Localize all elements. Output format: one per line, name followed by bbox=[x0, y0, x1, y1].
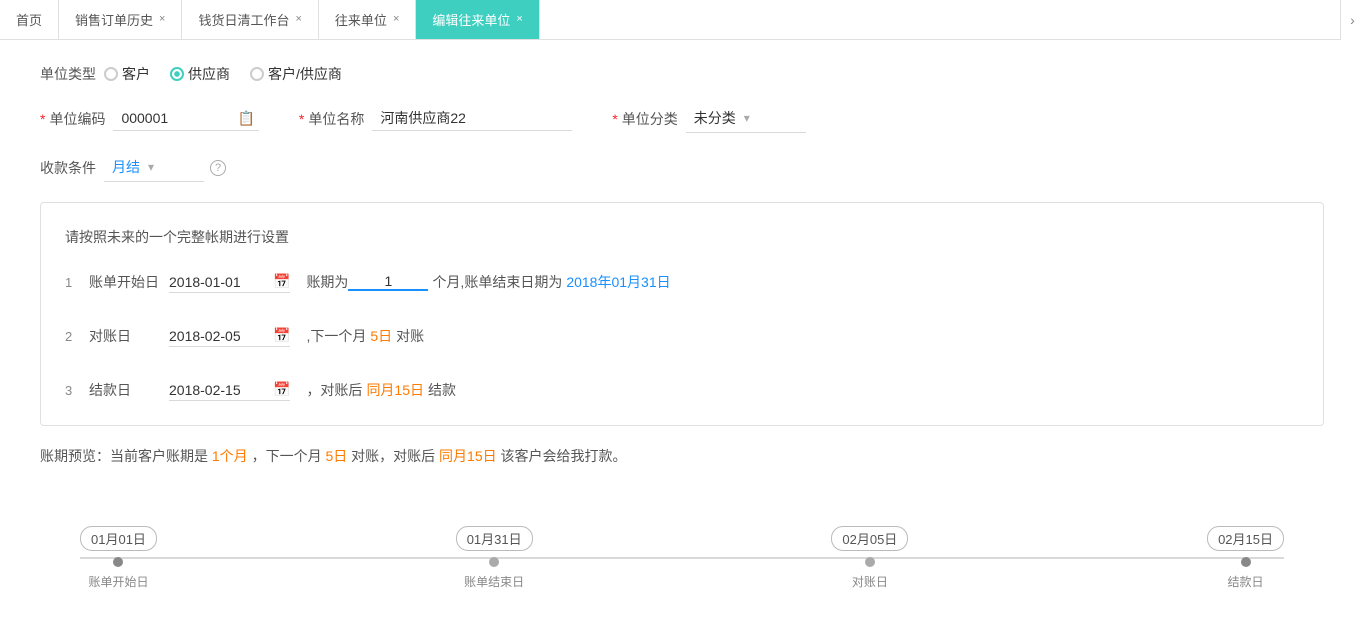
radio-customer-label: 客户 bbox=[122, 64, 150, 84]
node-label-2: 对账日 bbox=[852, 573, 888, 590]
node-label-1: 账单结束日 bbox=[464, 573, 524, 590]
code-field-group: * 单位编码 📋 bbox=[40, 106, 259, 131]
category-required-star: * bbox=[612, 111, 617, 127]
row-number-1: 1 bbox=[65, 275, 89, 290]
category-select[interactable]: 未分类 ▾ bbox=[686, 104, 806, 133]
close-partner[interactable]: × bbox=[393, 14, 399, 25]
unit-type-radio-group: 客户 供应商 客户/供应商 bbox=[104, 64, 342, 84]
close-edit-partner[interactable]: × bbox=[516, 14, 522, 25]
radio-supplier-circle bbox=[170, 67, 184, 81]
help-icon[interactable]: ? bbox=[210, 160, 226, 176]
payment-calendar-icon[interactable]: 📅 bbox=[273, 381, 290, 398]
category-value: 未分类 bbox=[694, 108, 736, 128]
radio-supplier-label: 供应商 bbox=[188, 64, 230, 84]
code-input-wrap: 📋 bbox=[113, 106, 258, 131]
reconcile-highlight: 5日 bbox=[370, 326, 392, 346]
close-sales-history[interactable]: × bbox=[159, 14, 165, 25]
code-input[interactable] bbox=[113, 106, 233, 130]
tab-cash-desk[interactable]: 钱货日清工作台 × bbox=[182, 0, 318, 39]
unit-type-label: 单位类型 bbox=[40, 64, 96, 84]
payment-suffix: ，对账后 同月15日 结款 bbox=[306, 380, 456, 400]
tab-sales-history[interactable]: 销售订单历史 × bbox=[59, 0, 182, 39]
payment-label: 收款条件 bbox=[40, 158, 96, 178]
radio-customer-circle bbox=[104, 67, 118, 81]
reconcile-calendar-icon[interactable]: 📅 bbox=[273, 327, 290, 344]
billing-end-date-value: 2018年01月31日 bbox=[566, 272, 670, 292]
row-number-2: 2 bbox=[65, 329, 89, 344]
radio-supplier[interactable]: 供应商 bbox=[170, 64, 230, 84]
copy-icon[interactable]: 📋 bbox=[233, 108, 258, 129]
node-badge-2: 02月05日 bbox=[831, 526, 908, 551]
node-dot-0 bbox=[113, 557, 123, 567]
code-name-category-row: * 单位编码 📋 * 单位名称 * 单位分类 未分类 ▾ bbox=[40, 104, 1324, 133]
timeline-node-1: 01月31日 账单结束日 bbox=[456, 526, 533, 590]
close-cash-desk[interactable]: × bbox=[295, 14, 301, 25]
payment-date-label: 结款日 bbox=[89, 380, 169, 400]
start-date-suffix-pre: 账期为 bbox=[306, 272, 348, 292]
node-dot-3 bbox=[1241, 557, 1251, 567]
category-field-group: * 单位分类 未分类 ▾ bbox=[612, 104, 805, 133]
section-title: 请按照未来的一个完整帐期进行设置 bbox=[65, 227, 1299, 247]
name-input[interactable] bbox=[372, 106, 572, 131]
radio-both-label: 客户/供应商 bbox=[268, 64, 342, 84]
code-required-star: * bbox=[40, 111, 45, 127]
payment-value: 月结 bbox=[112, 157, 140, 177]
payment-row: 收款条件 月结 ▾ ? bbox=[40, 153, 1324, 182]
name-label: 单位名称 bbox=[308, 109, 364, 129]
preview-period: 1个月 bbox=[212, 448, 248, 464]
node-dot-1 bbox=[489, 557, 499, 567]
node-dot-2 bbox=[865, 557, 875, 567]
node-badge-0: 01月01日 bbox=[80, 526, 157, 551]
timeline: 01月01日 账单开始日 01月31日 账单结束日 02月05日 对账日 02月… bbox=[40, 496, 1324, 620]
start-date-suffix-mid: 个月,账单结束日期为 2018年01月31日 bbox=[432, 272, 670, 292]
category-label: 单位分类 bbox=[622, 109, 678, 129]
code-label: 单位编码 bbox=[49, 109, 105, 129]
node-label-3: 结款日 bbox=[1228, 573, 1264, 590]
name-field-group: * 单位名称 bbox=[299, 106, 572, 131]
reconcile-date-row: 2 对账日 📅 ,下一个月 5日 对账 bbox=[65, 325, 1299, 347]
period-month-input[interactable] bbox=[348, 273, 428, 291]
timeline-nodes: 01月01日 账单开始日 01月31日 账单结束日 02月05日 对账日 02月… bbox=[40, 526, 1324, 590]
payment-select[interactable]: 月结 ▾ bbox=[104, 153, 204, 182]
preview-reconcile-day: 5日 bbox=[325, 448, 347, 464]
tab-home[interactable]: 首页 bbox=[0, 0, 59, 39]
reconcile-date-wrap: 📅 bbox=[169, 325, 290, 347]
reconcile-suffix: ,下一个月 5日 对账 bbox=[306, 326, 424, 346]
payment-date-input[interactable] bbox=[169, 382, 269, 398]
preview-payment-day: 同月15日 bbox=[439, 448, 497, 464]
preview-section: 账期预览：当前客户账期是 1个月 ，下一个月 5日 对账，对账后 同月15日 该… bbox=[40, 446, 1324, 466]
timeline-node-0: 01月01日 账单开始日 bbox=[80, 526, 157, 590]
start-date-wrap: 📅 bbox=[169, 271, 290, 293]
reconcile-date-input[interactable] bbox=[169, 328, 269, 344]
radio-customer[interactable]: 客户 bbox=[104, 64, 150, 84]
name-required-star: * bbox=[299, 111, 304, 127]
tab-bar: 首页 销售订单历史 × 钱货日清工作台 × 往来单位 × 编辑往来单位 × › bbox=[0, 0, 1364, 40]
reconcile-date-label: 对账日 bbox=[89, 326, 169, 346]
timeline-node-2: 02月05日 对账日 bbox=[831, 526, 908, 590]
radio-both-circle bbox=[250, 67, 264, 81]
payment-highlight: 同月15日 bbox=[366, 380, 424, 400]
row-number-3: 3 bbox=[65, 383, 89, 398]
node-label-0: 账单开始日 bbox=[88, 573, 148, 590]
billing-section: 请按照未来的一个完整帐期进行设置 1 账单开始日 📅 账期为 个月,账单结束日期… bbox=[40, 202, 1324, 426]
category-dropdown-icon: ▾ bbox=[744, 111, 750, 125]
payment-date-row: 3 结款日 📅 ，对账后 同月15日 结款 bbox=[65, 379, 1299, 401]
tab-partner[interactable]: 往来单位 × bbox=[319, 0, 416, 39]
payment-date-wrap: 📅 bbox=[169, 379, 290, 401]
tab-scroll-right[interactable]: › bbox=[1340, 0, 1364, 40]
node-badge-1: 01月31日 bbox=[456, 526, 533, 551]
node-badge-3: 02月15日 bbox=[1207, 526, 1284, 551]
tab-edit-partner[interactable]: 编辑往来单位 × bbox=[416, 0, 539, 39]
timeline-node-3: 02月15日 结款日 bbox=[1207, 526, 1284, 590]
radio-both[interactable]: 客户/供应商 bbox=[250, 64, 342, 84]
payment-dropdown-icon: ▾ bbox=[148, 160, 154, 174]
start-date-calendar-icon[interactable]: 📅 bbox=[273, 273, 290, 290]
page-content: 单位类型 客户 供应商 客户/供应商 * 单位编码 📋 bbox=[0, 40, 1364, 644]
start-date-label: 账单开始日 bbox=[89, 272, 169, 292]
start-date-input[interactable] bbox=[169, 274, 269, 290]
chevron-right-icon: › bbox=[1350, 12, 1355, 28]
billing-start-row: 1 账单开始日 📅 账期为 个月,账单结束日期为 2018年01月31日 bbox=[65, 271, 1299, 293]
unit-type-row: 单位类型 客户 供应商 客户/供应商 bbox=[40, 64, 1324, 84]
